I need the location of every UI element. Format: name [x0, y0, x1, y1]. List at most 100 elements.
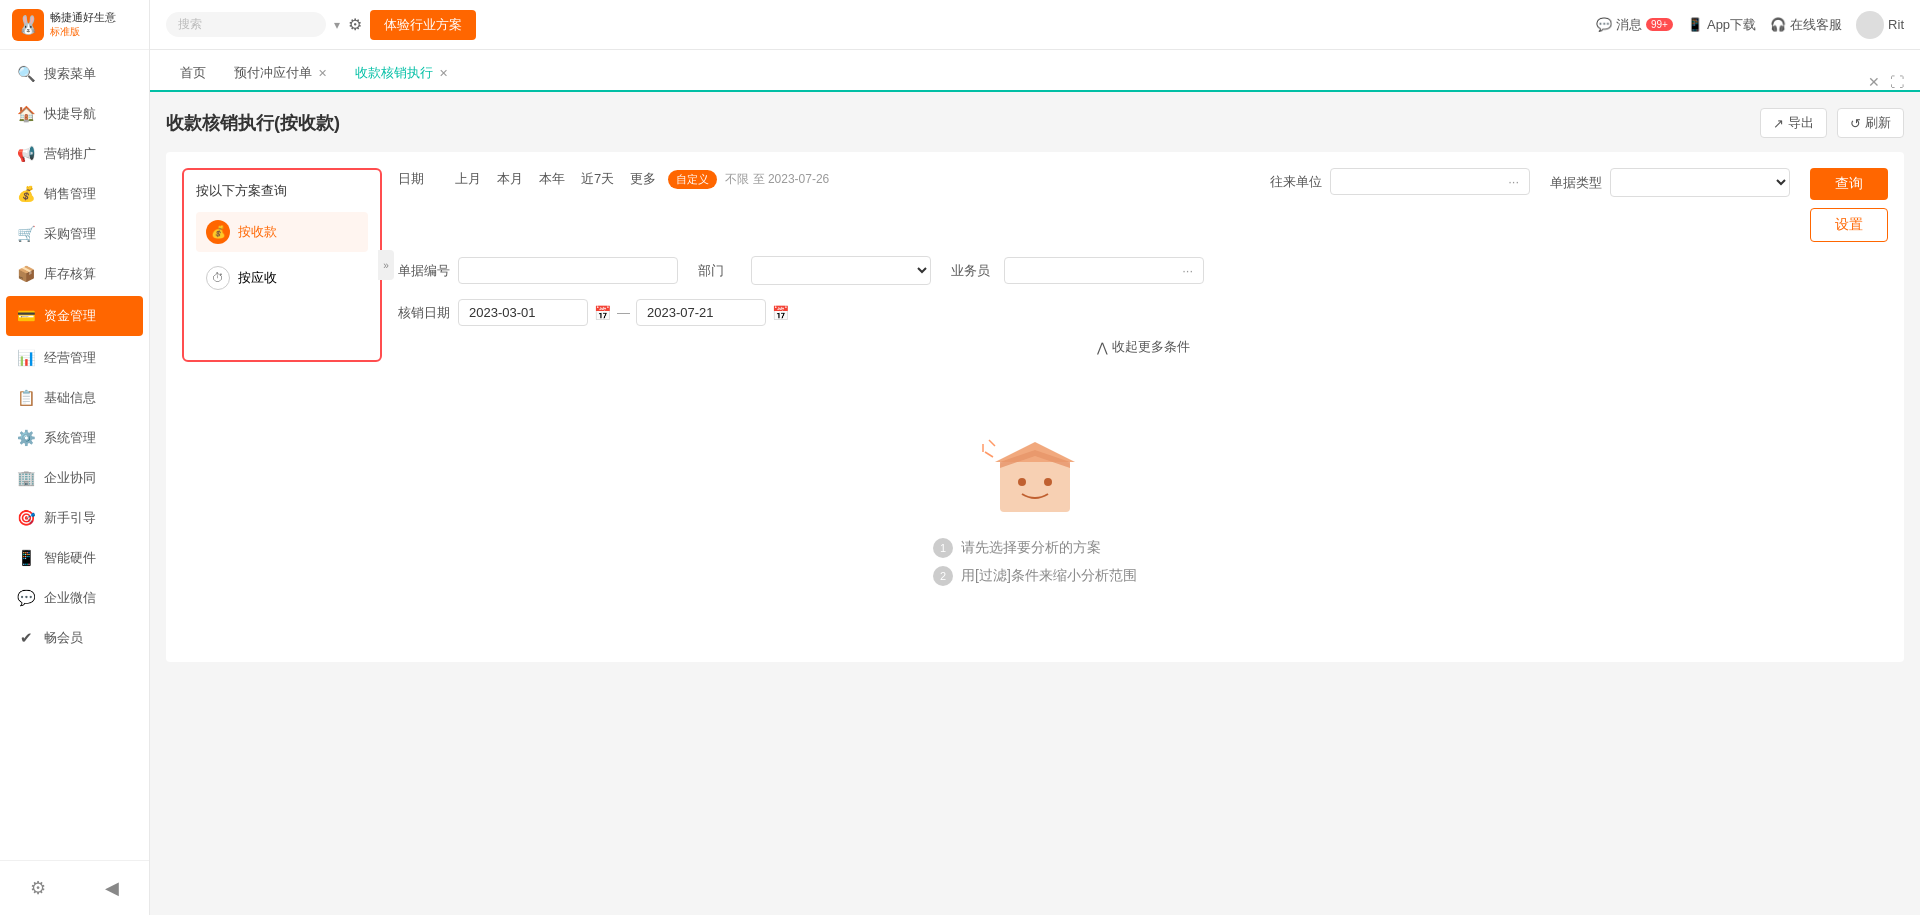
finance-icon: 💳: [16, 306, 36, 326]
topbar-gear-icon[interactable]: ⚙: [348, 15, 362, 34]
tab-prepay-reconcile[interactable]: 预付冲应付单 ✕: [220, 56, 341, 92]
date-shortcut-this-year[interactable]: 本年: [535, 168, 569, 190]
sidebar-item-sales[interactable]: 💰 销售管理: [0, 174, 149, 214]
writeoff-date-to[interactable]: [636, 299, 766, 326]
staff-dots-icon: ···: [1182, 263, 1193, 278]
tab-expand-icon[interactable]: ⛶: [1890, 74, 1904, 90]
collapse-panel-btn[interactable]: »: [378, 250, 394, 280]
sidebar-item-smart-hw[interactable]: 📱 智能硬件: [0, 538, 149, 578]
notification-label: 消息: [1616, 16, 1642, 34]
settings-button[interactable]: 设置: [1810, 208, 1888, 242]
filter-row-1: 日期 上月 本月 本年 近7天 更多 自定义 不限 至 2023-07-26: [398, 168, 1888, 242]
collapse-more-label: 收起更多条件: [1112, 338, 1190, 356]
export-button[interactable]: ↗ 导出: [1760, 108, 1827, 138]
notification-item[interactable]: 💬 消息 99+: [1596, 16, 1673, 34]
date-shortcut-last-7days[interactable]: 近7天: [577, 168, 618, 190]
sidebar-item-guide[interactable]: 🎯 新手引导: [0, 498, 149, 538]
refresh-button[interactable]: ↺ 刷新: [1837, 108, 1904, 138]
notification-icon: 💬: [1596, 17, 1612, 32]
sidebar-item-system[interactable]: ⚙️ 系统管理: [0, 418, 149, 458]
staff-select[interactable]: ···: [1004, 257, 1204, 284]
writeoff-date-group: 📅 — 📅: [458, 299, 789, 326]
topbar: 搜索 ▾ ⚙ 体验行业方案 💬 消息 99+ 📱 App下载 🎧 在线客服 Ri: [150, 0, 1920, 50]
filter-left-panel: 按以下方案查询 💰 按收款 ⏱ 按应收 »: [182, 168, 382, 362]
date-shortcut-this-month[interactable]: 本月: [493, 168, 527, 190]
sidebar-item-label: 快捷导航: [44, 105, 96, 123]
sidebar-item-purchase[interactable]: 🛒 采购管理: [0, 214, 149, 254]
counterparty-select[interactable]: ···: [1330, 168, 1530, 195]
empty-svg: [975, 422, 1095, 522]
sidebar-item-enterprise[interactable]: 🏢 企业协同: [0, 458, 149, 498]
sidebar-item-member[interactable]: ✔ 畅会员: [0, 618, 149, 658]
sidebar-item-search-menu[interactable]: 🔍 搜索菜单: [0, 54, 149, 94]
sidebar-item-label: 营销推广: [44, 145, 96, 163]
tab-prepay-close-icon[interactable]: ✕: [318, 67, 327, 80]
sidebar-item-inventory[interactable]: 📦 库存核算: [0, 254, 149, 294]
svg-rect-0: [1000, 462, 1070, 512]
sidebar-item-finance[interactable]: 💳 资金管理: [6, 296, 143, 336]
online-service-item[interactable]: 🎧 在线客服: [1770, 16, 1842, 34]
tab-close-all-icon[interactable]: ✕: [1868, 74, 1880, 90]
writeoff-date-from[interactable]: [458, 299, 588, 326]
doc-no-input[interactable]: [458, 257, 678, 284]
svg-line-7: [989, 440, 995, 446]
settings-bottom-icon[interactable]: ⚙: [24, 871, 52, 905]
tab-home-label: 首页: [180, 64, 206, 82]
tab-home[interactable]: 首页: [166, 56, 220, 92]
filter-left-title: 按以下方案查询: [196, 182, 368, 200]
writeoff-date-to-calendar-icon[interactable]: 📅: [772, 305, 789, 321]
date-shortcut-last-month[interactable]: 上月: [451, 168, 485, 190]
refresh-label: 刷新: [1865, 114, 1891, 132]
user-info[interactable]: Rit: [1856, 11, 1904, 39]
dept-cell: 部门: [698, 256, 931, 285]
export-label: 导出: [1788, 114, 1814, 132]
counterparty-cell: 往来单位 ···: [1270, 168, 1530, 195]
sidebar-item-basic-info[interactable]: 📋 基础信息: [0, 378, 149, 418]
sidebar-bottom: ⚙ ◀: [0, 860, 149, 915]
operations-icon: 📊: [16, 348, 36, 368]
refresh-icon: ↺: [1850, 116, 1861, 131]
topbar-search-box[interactable]: 搜索: [166, 12, 326, 37]
sidebar-menu: 🔍 搜索菜单 🏠 快捷导航 📢 营销推广 💰 销售管理 🛒 采购管理 📦 库存核…: [0, 50, 149, 860]
tab-receipt-close-icon[interactable]: ✕: [439, 67, 448, 80]
collapse-more-btn[interactable]: ⋀ 收起更多条件: [398, 332, 1888, 362]
tab-receipt-writeoff[interactable]: 收款核销执行 ✕: [341, 56, 462, 92]
doc-type-select[interactable]: [1610, 168, 1790, 197]
system-icon: ⚙️: [16, 428, 36, 448]
tip-num-2: 2: [933, 566, 953, 586]
query-button[interactable]: 查询: [1810, 168, 1888, 200]
topbar-chevron-icon[interactable]: ▾: [334, 18, 340, 32]
main-content-area: 按以下方案查询 💰 按收款 ⏱ 按应收 »: [166, 152, 1904, 662]
filter-option-by-receivable[interactable]: ⏱ 按应收: [196, 258, 368, 298]
sidebar-item-label: 企业微信: [44, 589, 96, 607]
app-download-item[interactable]: 📱 App下载: [1687, 16, 1756, 34]
topbar-left: 搜索 ▾ ⚙ 体验行业方案: [166, 10, 1596, 40]
user-name: Rit: [1888, 17, 1904, 32]
writeoff-date-from-calendar-icon[interactable]: 📅: [594, 305, 611, 321]
date-shortcut-custom[interactable]: 自定义: [668, 170, 717, 189]
date-shortcut-more[interactable]: 更多: [626, 168, 660, 190]
sidebar-item-marketing[interactable]: 📢 营销推广: [0, 134, 149, 174]
filter-and-content: 按以下方案查询 💰 按收款 ⏱ 按应收 »: [182, 168, 1888, 362]
svg-point-3: [1018, 478, 1026, 486]
empty-tip-1: 1 请先选择要分析的方案: [933, 538, 1137, 558]
by-receipt-label: 按收款: [238, 223, 277, 241]
filter-row-2: 单据编号 部门 业务员: [398, 256, 1888, 285]
sidebar-item-label: 经营管理: [44, 349, 96, 367]
online-service-label: 在线客服: [1790, 16, 1842, 34]
dept-select[interactable]: [751, 256, 931, 285]
sidebar-item-label: 采购管理: [44, 225, 96, 243]
filter-right-panel: 日期 上月 本月 本年 近7天 更多 自定义 不限 至 2023-07-26: [398, 168, 1888, 362]
sidebar-item-quick-nav[interactable]: 🏠 快捷导航: [0, 94, 149, 134]
collapse-sidebar-icon[interactable]: ◀: [99, 871, 125, 905]
filter-option-by-receipt[interactable]: 💰 按收款: [196, 212, 368, 252]
main-area: 搜索 ▾ ⚙ 体验行业方案 💬 消息 99+ 📱 App下载 🎧 在线客服 Ri: [150, 0, 1920, 915]
user-avatar: [1856, 11, 1884, 39]
basic-info-icon: 📋: [16, 388, 36, 408]
sales-icon: 💰: [16, 184, 36, 204]
date-label: 日期: [398, 170, 443, 188]
sidebar-item-label: 销售管理: [44, 185, 96, 203]
sidebar-item-operations[interactable]: 📊 经营管理: [0, 338, 149, 378]
sidebar-item-wechat[interactable]: 💬 企业微信: [0, 578, 149, 618]
industry-btn[interactable]: 体验行业方案: [370, 10, 476, 40]
